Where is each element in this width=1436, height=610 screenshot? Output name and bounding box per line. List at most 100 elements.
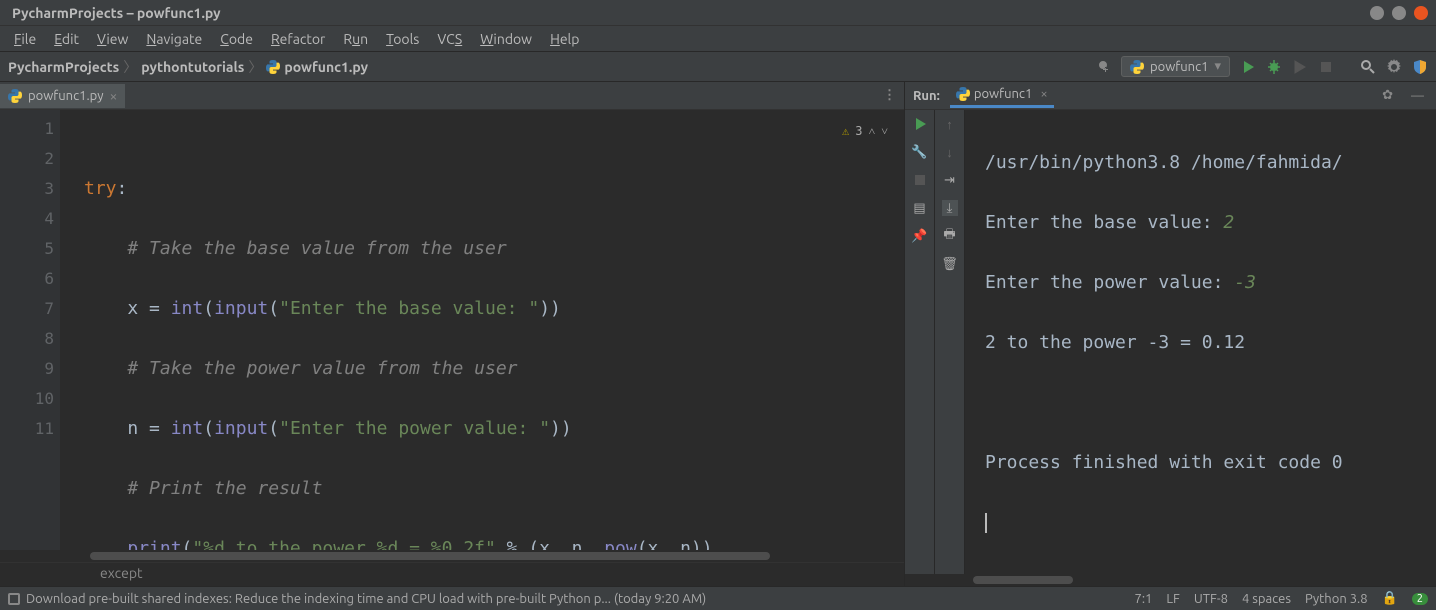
chevron-right-icon: 〉 <box>248 57 262 77</box>
scroll-end-icon[interactable]: ⤓ <box>942 200 958 216</box>
menubar: File Edit View Navigate Code Refactor Ru… <box>0 26 1436 52</box>
run-body: 🔧 ▤ 📌 ↑ ↓ ⇥ ⤓ 🖶 🗑 /usr/bin/python3.8 /ho… <box>905 110 1436 574</box>
status-right: 7:1 LF UTF-8 4 spaces Python 3.8 🔒 2 <box>1135 591 1428 606</box>
status-text: Download pre-built shared indexes: Reduc… <box>26 592 706 606</box>
toolbar-right: powfunc1 ▾ <box>1095 56 1428 77</box>
tab-filename: powfunc1.py <box>28 89 104 103</box>
menu-tools[interactable]: Tools <box>380 29 425 49</box>
statusbar: Download pre-built shared indexes: Reduc… <box>0 586 1436 610</box>
crumb-project[interactable]: PycharmProjects <box>8 59 119 75</box>
dropdown-arrow-icon: ▾ <box>1214 59 1221 74</box>
menu-vcs[interactable]: VCS <box>431 29 468 49</box>
window-controls <box>1370 6 1428 20</box>
wrench-icon[interactable]: 🔧 <box>912 144 928 160</box>
rerun-icon[interactable] <box>912 116 928 132</box>
search-icon[interactable] <box>1360 59 1376 75</box>
tabs-more-icon[interactable]: ⋮ <box>875 88 904 103</box>
python-file-icon <box>266 60 280 74</box>
code-area[interactable]: ⚠ 3 ˄ ˅ try: # Take the base value from … <box>60 110 904 550</box>
run-toolbar-primary: 🔧 ▤ 📌 <box>905 110 935 574</box>
caret-position[interactable]: 7:1 <box>1135 592 1153 606</box>
menu-help[interactable]: Help <box>544 29 585 49</box>
close-tab-icon[interactable]: × <box>110 88 118 104</box>
debug-icon[interactable] <box>1266 59 1282 75</box>
run-tab-label: powfunc1 <box>974 87 1032 101</box>
stop-icon[interactable] <box>1318 59 1334 75</box>
context-crumb[interactable]: except <box>100 565 143 581</box>
output-line <box>985 388 1432 418</box>
inspection-indicator[interactable]: ⚠ 3 ˄ ˅ <box>842 116 888 146</box>
output-line: /usr/bin/python3.8 /home/fahmida/ <box>985 148 1432 178</box>
file-encoding[interactable]: UTF-8 <box>1194 592 1228 606</box>
run-coverage-icon[interactable] <box>1292 59 1308 75</box>
indent-setting[interactable]: 4 spaces <box>1242 592 1291 606</box>
breadcrumb: PycharmProjects 〉 pythontutorials 〉 powf… <box>8 57 1095 77</box>
crumb-folder[interactable]: pythontutorials <box>141 59 244 75</box>
up-stack-icon[interactable]: ↑ <box>942 116 958 132</box>
lock-icon[interactable]: 🔒 <box>1382 591 1398 606</box>
output-line: 2 to the power -3 = 0.12 <box>985 328 1432 358</box>
navbar: PycharmProjects 〉 pythontutorials 〉 powf… <box>0 52 1436 82</box>
down-stack-icon[interactable]: ↓ <box>942 144 958 160</box>
editor-horizontal-scrollbar[interactable] <box>0 550 904 562</box>
run-header: Run: powfunc1 × ✿ — <box>905 82 1436 110</box>
python-file-icon <box>956 87 970 101</box>
menu-view[interactable]: View <box>91 29 134 49</box>
minimize-button[interactable] <box>1370 6 1384 20</box>
editor-pane: powfunc1.py × ⋮ 1 2 3 4 5 6 7 8 9 10 11 <box>0 82 904 586</box>
prev-highlight-icon[interactable]: ˄ <box>868 116 875 146</box>
editor-tabs: powfunc1.py × ⋮ <box>0 82 904 110</box>
run-tab-powfunc1[interactable]: powfunc1 × <box>950 83 1054 108</box>
next-highlight-icon[interactable]: ˅ <box>881 116 888 146</box>
crumb-file[interactable]: powfunc1.py <box>266 59 368 75</box>
editor-context-footer: except <box>0 562 904 586</box>
pin-icon[interactable]: 📌 <box>912 228 928 244</box>
crumb-file-name: powfunc1.py <box>284 59 368 75</box>
run-console-output[interactable]: /usr/bin/python3.8 /home/fahmida/ Enter … <box>965 110 1436 574</box>
python-file-icon <box>1130 60 1144 74</box>
close-run-tab-icon[interactable]: × <box>1040 87 1047 101</box>
run-horizontal-scrollbar[interactable] <box>965 574 1436 586</box>
print-icon[interactable]: 🖶 <box>942 228 958 244</box>
titlebar: PycharmProjects – powfunc1.py <box>0 0 1436 26</box>
output-line: Process finished with exit code 0 <box>985 448 1432 478</box>
hide-tool-window-icon[interactable]: — <box>1407 89 1428 103</box>
output-line <box>985 508 1432 538</box>
menu-run[interactable]: Run <box>337 29 374 49</box>
trash-icon[interactable]: 🗑 <box>942 256 958 272</box>
stop-icon[interactable] <box>912 172 928 188</box>
run-config-label: powfunc1 <box>1150 60 1208 74</box>
menu-file[interactable]: File <box>8 29 42 49</box>
run-tool-window: Run: powfunc1 × ✿ — 🔧 ▤ 📌 ↑ ↓ <box>904 82 1436 586</box>
menu-code[interactable]: Code <box>214 29 259 49</box>
menu-refactor[interactable]: Refactor <box>265 29 331 49</box>
layout-icon[interactable]: ▤ <box>912 200 928 216</box>
shield-icon[interactable] <box>1412 59 1428 75</box>
python-file-icon <box>8 89 22 103</box>
run-title-label: Run: <box>913 89 940 103</box>
window-title: PycharmProjects – powfunc1.py <box>12 5 1370 21</box>
run-icon[interactable] <box>1240 59 1256 75</box>
menu-edit[interactable]: Edit <box>48 29 85 49</box>
notifications-badge[interactable]: 2 <box>1412 593 1428 605</box>
settings-gear-icon[interactable] <box>1386 59 1402 75</box>
warning-count: 3 <box>855 116 862 146</box>
editor-body[interactable]: 1 2 3 4 5 6 7 8 9 10 11 ⚠ 3 ˄ ˅ try: # T… <box>0 110 904 550</box>
run-config-dropdown[interactable]: powfunc1 ▾ <box>1121 56 1230 77</box>
soft-wrap-icon[interactable]: ⇥ <box>942 172 958 188</box>
editor-tab-powfunc1[interactable]: powfunc1.py × <box>0 84 126 108</box>
chevron-right-icon: 〉 <box>123 57 137 77</box>
line-number-gutter: 1 2 3 4 5 6 7 8 9 10 11 <box>0 110 60 550</box>
python-interpreter[interactable]: Python 3.8 <box>1305 592 1368 606</box>
add-config-icon[interactable] <box>1095 59 1111 75</box>
process-icon <box>8 593 20 605</box>
run-settings-gear-icon[interactable]: ✿ <box>1378 88 1397 103</box>
close-button[interactable] <box>1414 6 1428 20</box>
line-separator[interactable]: LF <box>1166 592 1179 606</box>
status-message[interactable]: Download pre-built shared indexes: Reduc… <box>8 592 1135 606</box>
main-content: powfunc1.py × ⋮ 1 2 3 4 5 6 7 8 9 10 11 <box>0 82 1436 586</box>
menu-window[interactable]: Window <box>474 29 538 49</box>
maximize-button[interactable] <box>1392 6 1406 20</box>
menu-navigate[interactable]: Navigate <box>140 29 208 49</box>
warning-icon: ⚠ <box>842 116 849 146</box>
